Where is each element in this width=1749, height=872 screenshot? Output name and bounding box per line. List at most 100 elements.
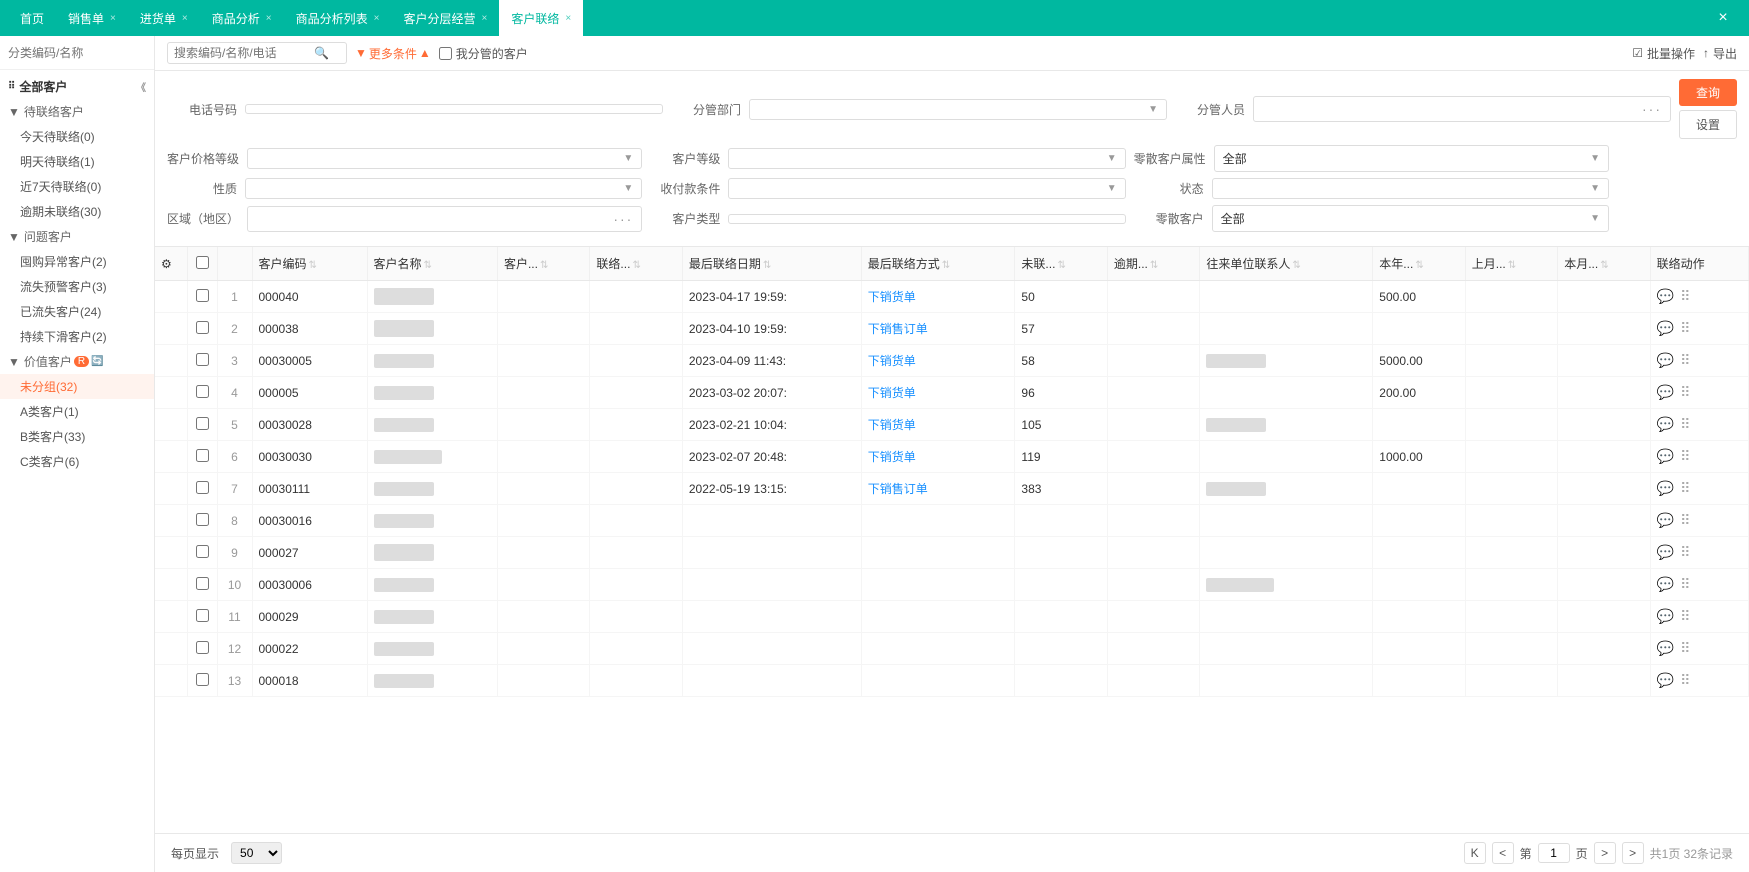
sidebar-item-overdue-pending[interactable]: 逾期未联络(30) <box>0 199 154 224</box>
more-conditions-toggle[interactable]: ▼ 更多条件 ▲ <box>355 45 431 62</box>
no-contact-col-header[interactable]: 未联...⇅ <box>1015 247 1107 281</box>
last-page-btn[interactable]: > <box>1622 842 1644 864</box>
my-customers-check[interactable] <box>439 47 452 60</box>
close-customer-tier-tab[interactable]: × <box>481 13 487 24</box>
checkbox-cell[interactable] <box>187 281 217 313</box>
price-tier-select[interactable]: ▼ <box>247 148 642 169</box>
contact-col-header[interactable]: 联络...⇅ <box>590 247 682 281</box>
close-purchase-tab[interactable]: × <box>182 13 188 24</box>
nav-product-analysis[interactable]: 商品分析 × <box>200 0 284 36</box>
retail-attr-select[interactable]: 全部 ▼ <box>1214 145 1609 172</box>
grid-action-icon[interactable]: ⠿ <box>1680 384 1690 401</box>
comment-icon[interactable]: 💬 <box>1657 544 1674 561</box>
checkbox-cell[interactable] <box>187 313 217 345</box>
grid-action-icon[interactable]: ⠿ <box>1680 608 1690 625</box>
checkbox-cell[interactable] <box>187 665 217 697</box>
close-sales-tab[interactable]: × <box>110 13 116 24</box>
batch-operation-btn[interactable]: ☑ 批量操作 <box>1632 45 1695 62</box>
sidebar-item-week-pending[interactable]: 近7天待联络(0) <box>0 174 154 199</box>
page-number-input[interactable] <box>1538 843 1570 863</box>
region-more-icon[interactable]: ··· <box>613 211 633 227</box>
checkbox-cell[interactable] <box>187 409 217 441</box>
grid-action-icon[interactable]: ⠿ <box>1680 544 1690 561</box>
customer-tier-select[interactable]: ▼ <box>728 148 1125 169</box>
select-all-checkbox[interactable] <box>196 256 209 269</box>
nav-customer-tier[interactable]: 客户分层经营 × <box>391 0 499 36</box>
checkbox-cell[interactable] <box>187 505 217 537</box>
my-customers-checkbox[interactable]: 我分管的客户 <box>439 45 528 62</box>
grid-action-icon[interactable]: ⠿ <box>1680 640 1690 657</box>
query-button[interactable]: 查询 <box>1679 79 1737 106</box>
checkbox-cell[interactable] <box>187 441 217 473</box>
department-select[interactable]: ▼ <box>749 99 1167 120</box>
nav-customer-contact[interactable]: 客户联络 × <box>499 0 583 36</box>
first-page-btn[interactable]: K <box>1464 842 1486 864</box>
nature-select[interactable]: ▼ <box>245 178 642 199</box>
nav-product-analysis-list[interactable]: 商品分析列表 × <box>284 0 392 36</box>
type-col-header[interactable]: 客户...⇅ <box>497 247 589 281</box>
checkbox-cell[interactable] <box>187 569 217 601</box>
comment-icon[interactable]: 💬 <box>1657 448 1674 465</box>
settings-col-header[interactable]: ⚙ <box>155 247 187 281</box>
close-product-analysis-list-tab[interactable]: × <box>374 13 380 24</box>
grid-action-icon[interactable]: ⠿ <box>1680 320 1690 337</box>
customer-search-input[interactable] <box>174 46 314 60</box>
comment-icon[interactable]: 💬 <box>1657 672 1674 689</box>
sidebar-group-pending[interactable]: ▼ 待联络客户 <box>0 99 154 124</box>
close-customer-contact-tab[interactable]: × <box>565 13 571 24</box>
sidebar-item-declining[interactable]: 持续下滑客户(2) <box>0 324 154 349</box>
grid-action-icon[interactable]: ⠿ <box>1680 512 1690 529</box>
close-product-analysis-tab[interactable]: × <box>266 13 272 24</box>
sidebar-item-class-c[interactable]: C类客户(6) <box>0 449 154 474</box>
this-month-col-header[interactable]: 本月...⇅ <box>1558 247 1650 281</box>
comment-icon[interactable]: 💬 <box>1657 576 1674 593</box>
sidebar-group-value[interactable]: ▼ 价值客户 R 🔄 <box>0 349 154 374</box>
last-contact-method-col-header[interactable]: 最后联络方式⇅ <box>861 247 1015 281</box>
sidebar-item-ungroup[interactable]: 未分组(32) <box>0 374 154 399</box>
checkbox-cell[interactable] <box>187 633 217 665</box>
comment-icon[interactable]: 💬 <box>1657 384 1674 401</box>
sidebar-group-problem[interactable]: ▼ 问题客户 <box>0 224 154 249</box>
sidebar-all-customers[interactable]: ⠿ 全部客户 《 <box>0 70 154 99</box>
per-page-select[interactable]: 50 20 100 <box>231 842 282 864</box>
payment-select[interactable]: ▼ <box>728 178 1125 199</box>
more-icon[interactable]: ··· <box>1642 101 1662 117</box>
this-year-col-header[interactable]: 本年...⇅ <box>1373 247 1465 281</box>
comment-icon[interactable]: 💬 <box>1657 320 1674 337</box>
prev-page-btn[interactable]: < <box>1492 842 1514 864</box>
reset-button[interactable]: 设置 <box>1679 110 1737 139</box>
grid-action-icon[interactable]: ⠿ <box>1680 672 1690 689</box>
sidebar-item-class-b[interactable]: B类客户(33) <box>0 424 154 449</box>
status-select[interactable]: ▼ <box>1212 178 1609 199</box>
sidebar-item-class-a[interactable]: A类客户(1) <box>0 399 154 424</box>
nav-home[interactable]: 首页 <box>8 0 56 36</box>
checkbox-cell[interactable] <box>187 345 217 377</box>
sidebar-item-churn-warning[interactable]: 流失预警客户(3) <box>0 274 154 299</box>
next-page-btn[interactable]: > <box>1594 842 1616 864</box>
nav-purchase[interactable]: 进货单 × <box>128 0 200 36</box>
region-input[interactable]: ··· <box>247 206 642 232</box>
search-icon[interactable]: 🔍 <box>314 46 329 60</box>
grid-action-icon[interactable]: ⠿ <box>1680 288 1690 305</box>
comment-icon[interactable]: 💬 <box>1657 352 1674 369</box>
window-close-button[interactable]: × <box>1705 0 1741 36</box>
grid-action-icon[interactable]: ⠿ <box>1680 352 1690 369</box>
checkbox-col-header[interactable] <box>187 247 217 281</box>
last-month-col-header[interactable]: 上月...⇅ <box>1465 247 1557 281</box>
grid-action-icon[interactable]: ⠿ <box>1680 576 1690 593</box>
phone-input[interactable] <box>245 104 663 114</box>
grid-action-icon[interactable]: ⠿ <box>1680 416 1690 433</box>
name-col-header[interactable]: 客户名称⇅ <box>367 247 497 281</box>
comment-icon[interactable]: 💬 <box>1657 608 1674 625</box>
comment-icon[interactable]: 💬 <box>1657 416 1674 433</box>
code-col-header[interactable]: 客户编码⇅ <box>252 247 367 281</box>
manager-input[interactable]: ··· <box>1253 96 1671 122</box>
last-contact-date-col-header[interactable]: 最后联络日期⇅ <box>682 247 861 281</box>
checkbox-cell[interactable] <box>187 537 217 569</box>
overdue-col-header[interactable]: 逾期...⇅ <box>1107 247 1199 281</box>
contact-person-col-header[interactable]: 往来单位联系人⇅ <box>1200 247 1373 281</box>
sidebar-item-today-pending[interactable]: 今天待联络(0) <box>0 124 154 149</box>
checkbox-cell[interactable] <box>187 601 217 633</box>
sidebar-item-churned[interactable]: 已流失客户(24) <box>0 299 154 324</box>
checkbox-cell[interactable] <box>187 473 217 505</box>
